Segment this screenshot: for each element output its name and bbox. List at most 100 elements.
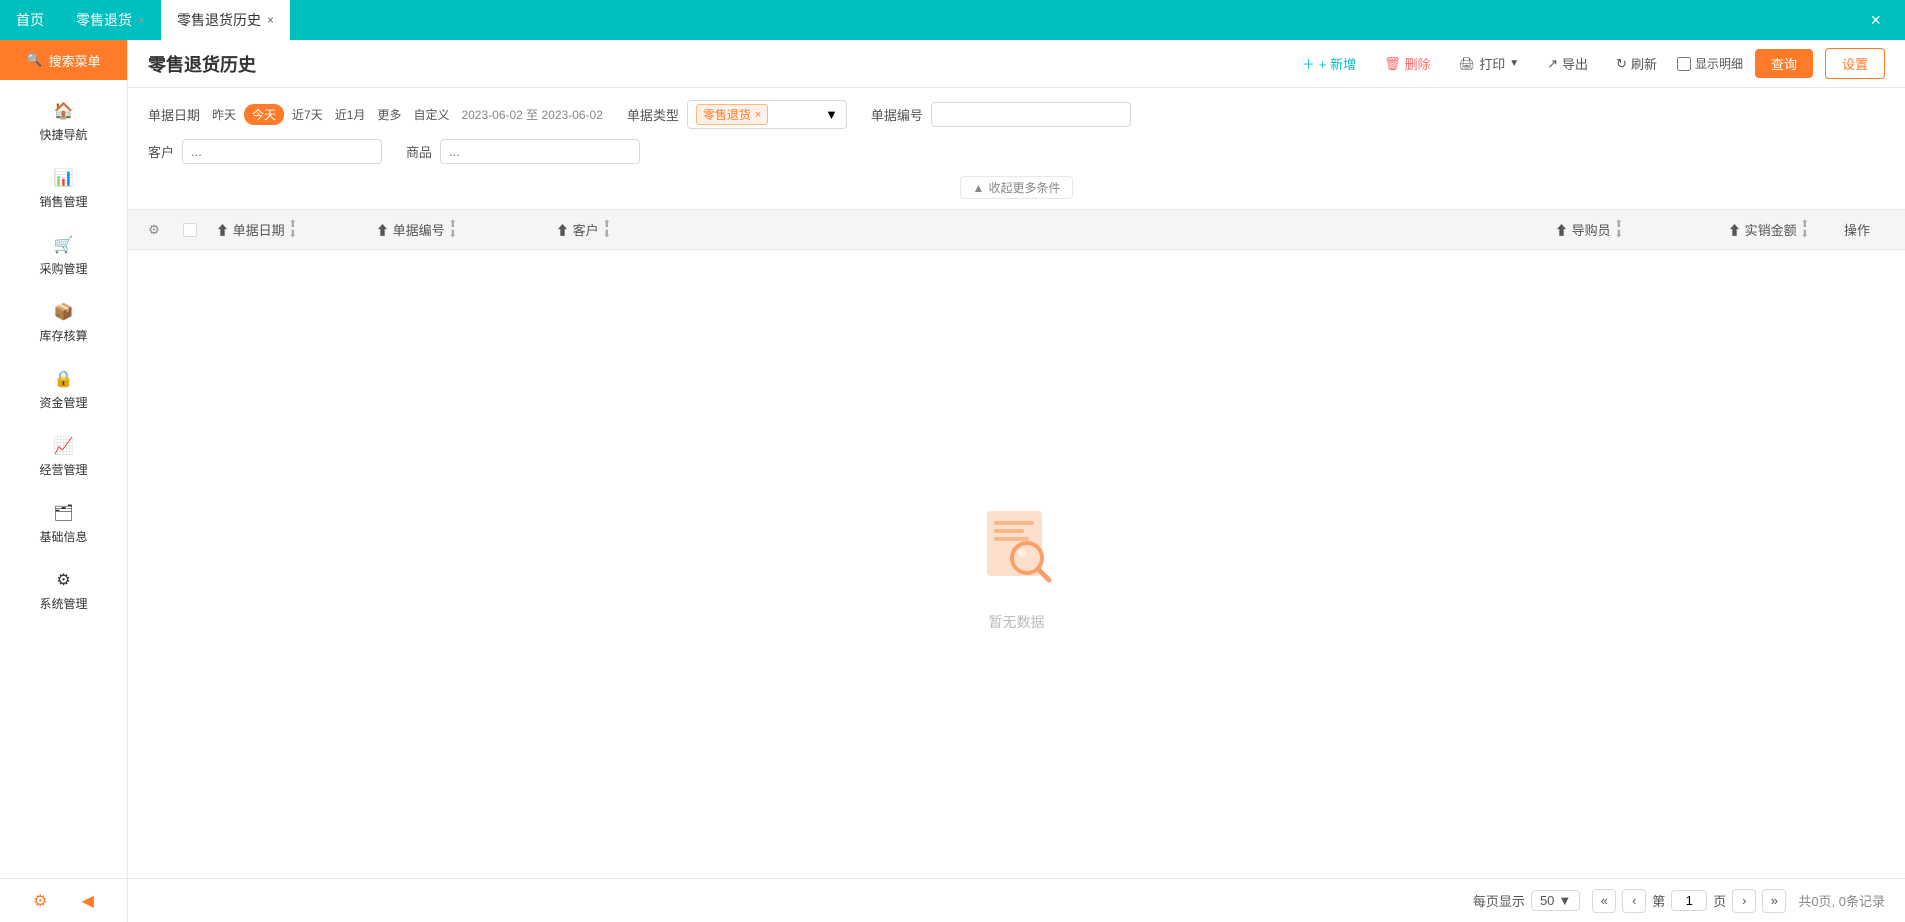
th-bill-no[interactable]: ⬆ 单据编号 ⬆⬇ bbox=[368, 220, 548, 240]
date-quick-btns: 昨天 今天 近7天 近1月 更多 自定义 bbox=[208, 104, 453, 125]
date-btn-1month[interactable]: 近1月 bbox=[331, 104, 370, 125]
pagination: 每页显示 50 ▼ « ‹ 第 页 › » 共0页, 0条记录 bbox=[128, 878, 1905, 922]
sidebar-item-basic-info-label: 基础信息 bbox=[39, 528, 87, 545]
biz-mgmt-icon: 📈 bbox=[53, 435, 75, 457]
print-label: 打印 bbox=[1479, 54, 1505, 73]
sys-mgmt-icon: ⚙ bbox=[53, 569, 75, 591]
close-retail-return-history-tab[interactable]: × bbox=[267, 13, 274, 27]
date-btn-yesterday[interactable]: 昨天 bbox=[208, 104, 240, 125]
search-icon: 🔍 bbox=[26, 52, 42, 68]
settings-footer-icon[interactable]: ⚙ bbox=[33, 891, 47, 911]
th-bill-no-sort-icon: ⬆⬇ bbox=[449, 220, 457, 240]
empty-text: 暂无数据 bbox=[989, 612, 1045, 632]
delete-label: 删除 bbox=[1405, 54, 1431, 73]
sidebar-item-stock-calc-label: 库存核算 bbox=[39, 327, 87, 344]
tab-retail-return[interactable]: 零售退货 × bbox=[60, 0, 161, 40]
date-btn-today[interactable]: 今天 bbox=[244, 104, 284, 125]
customer-label: 客户 bbox=[148, 142, 174, 161]
sales-mgmt-icon: 📊 bbox=[53, 167, 75, 189]
sidebar-item-fund-mgmt[interactable]: 🔒 资金管理 bbox=[0, 356, 127, 423]
basic-info-icon: 🗂 bbox=[53, 502, 75, 524]
bill-no-input[interactable] bbox=[931, 102, 1131, 127]
sidebar-item-basic-info[interactable]: 🗂 基础信息 bbox=[0, 490, 127, 557]
sidebar-item-sys-mgmt-label: 系统管理 bbox=[39, 595, 87, 612]
th-ops: 操作 bbox=[1817, 220, 1897, 239]
main-layout: 🔍 搜索菜单 🏠 快捷导航 📊 销售管理 🛒 采购管理 📦 库存核算 🔒 bbox=[0, 40, 1905, 922]
sidebar-item-purchase-mgmt[interactable]: 🛒 采购管理 bbox=[0, 222, 127, 289]
filter-group-goods: 商品 bbox=[406, 139, 640, 164]
th-ops-label: 操作 bbox=[1844, 220, 1870, 239]
bill-no-label: 单据编号 bbox=[871, 105, 923, 124]
query-button[interactable]: 查询 bbox=[1755, 49, 1813, 78]
print-button[interactable]: 🖨 打印 ▼ bbox=[1451, 50, 1527, 77]
date-btn-7days[interactable]: 近7天 bbox=[288, 104, 327, 125]
bill-type-select[interactable]: 零售退货 × ▼ bbox=[687, 100, 847, 129]
sidebar-item-stock-calc[interactable]: 📦 库存核算 bbox=[0, 289, 127, 356]
table-select-all[interactable] bbox=[172, 223, 208, 237]
table-area: ⚙ ⬆ 单据日期 ⬆⬇ ⬆ 单据编号 ⬆⬇ ⬆ 客户 ⬆⬇ ⬆ 导购员 bbox=[128, 210, 1905, 878]
tab-retail-return-history[interactable]: 零售退货历史 × bbox=[161, 0, 290, 40]
filter-group-bill-type: 单据类型 零售退货 × ▼ bbox=[627, 100, 847, 129]
page-header: 零售退货历史 ＋ + 新增 🗑 删除 🖨 打印 ▼ ↗ 导出 bbox=[128, 40, 1905, 88]
tab-retail-return-label: 零售退货 bbox=[76, 10, 132, 30]
show-detail-label[interactable]: 显示明细 bbox=[1677, 55, 1743, 72]
export-label: 导出 bbox=[1562, 54, 1588, 73]
filter-group-date: 单据日期 昨天 今天 近7天 近1月 更多 自定义 2023-06-02 至 2… bbox=[148, 104, 603, 125]
collapse-button[interactable]: ▲ 收起更多条件 bbox=[960, 176, 1074, 199]
stock-calc-icon: 📦 bbox=[53, 301, 75, 323]
set-button[interactable]: 设置 bbox=[1825, 48, 1885, 79]
table-settings-icon[interactable]: ⚙ bbox=[136, 222, 172, 238]
first-page-btn[interactable]: « bbox=[1592, 889, 1616, 913]
bill-type-tag: 零售退货 × bbox=[696, 104, 768, 125]
refresh-label: 刷新 bbox=[1631, 54, 1657, 73]
close-window-btn[interactable]: × bbox=[1862, 10, 1889, 31]
show-detail-checkbox[interactable] bbox=[1677, 57, 1691, 71]
date-btn-more[interactable]: 更多 bbox=[373, 104, 405, 125]
sidebar-search-label: 搜索菜单 bbox=[49, 51, 101, 70]
new-button[interactable]: ＋ + 新增 bbox=[1294, 50, 1364, 77]
empty-illustration bbox=[967, 496, 1067, 596]
sidebar-search[interactable]: 🔍 搜索菜单 bbox=[0, 40, 127, 80]
sidebar-item-biz-mgmt-label: 经营管理 bbox=[39, 461, 87, 478]
page-size-select[interactable]: 50 ▼ bbox=[1531, 890, 1580, 911]
export-button[interactable]: ↗ 导出 bbox=[1539, 50, 1596, 77]
last-page-btn[interactable]: » bbox=[1762, 889, 1786, 913]
sidebar-item-sales-mgmt[interactable]: 📊 销售管理 bbox=[0, 155, 127, 222]
sidebar-item-purchase-mgmt-label: 采购管理 bbox=[39, 260, 87, 277]
page-input[interactable] bbox=[1671, 890, 1707, 911]
th-guide[interactable]: ⬆ 导购员 ⬆⬇ bbox=[1547, 220, 1697, 240]
page-size-dropdown-icon: ▼ bbox=[1558, 893, 1571, 908]
th-date[interactable]: ⬆ 单据日期 ⬆⬇ bbox=[208, 220, 368, 240]
collapse-up-icon: ▲ bbox=[973, 181, 985, 195]
delete-button[interactable]: 🗑 删除 bbox=[1376, 50, 1439, 77]
page-nav: « ‹ 第 页 › » bbox=[1592, 889, 1786, 913]
sidebar-item-sales-mgmt-label: 销售管理 bbox=[39, 193, 87, 210]
prev-page-btn[interactable]: ‹ bbox=[1622, 889, 1646, 913]
next-page-btn[interactable]: › bbox=[1732, 889, 1756, 913]
export-icon: ↗ bbox=[1547, 56, 1558, 72]
page-size-group: 每页显示 50 ▼ bbox=[1473, 890, 1580, 911]
refresh-button[interactable]: ↻ 刷新 bbox=[1608, 50, 1665, 77]
tab-retail-return-history-label: 零售退货历史 bbox=[177, 10, 261, 30]
collapse-footer-icon[interactable]: ◀ bbox=[82, 891, 94, 911]
print-icon: 🖨 bbox=[1459, 56, 1476, 72]
sidebar-item-sys-mgmt[interactable]: ⚙ 系统管理 bbox=[0, 557, 127, 624]
show-detail-text: 显示明细 bbox=[1695, 55, 1743, 72]
date-btn-custom[interactable]: 自定义 bbox=[409, 104, 453, 125]
tab-home[interactable]: 首页 bbox=[0, 0, 60, 40]
th-amount[interactable]: ⬆ 实销金额 ⬆⬇ bbox=[1697, 220, 1817, 240]
customer-input[interactable] bbox=[182, 139, 382, 164]
filter-area: 单据日期 昨天 今天 近7天 近1月 更多 自定义 2023-06-02 至 2… bbox=[128, 88, 1905, 210]
bill-type-tag-close[interactable]: × bbox=[755, 109, 761, 121]
date-range-display: 2023-06-02 至 2023-06-02 bbox=[461, 106, 602, 123]
date-filter-label: 单据日期 bbox=[148, 105, 200, 124]
select-all-checkbox[interactable] bbox=[183, 223, 197, 237]
sidebar-item-biz-mgmt[interactable]: 📈 经营管理 bbox=[0, 423, 127, 490]
new-label: + 新增 bbox=[1319, 54, 1356, 73]
th-customer[interactable]: ⬆ 客户 ⬆⬇ bbox=[548, 220, 1547, 240]
sidebar-item-quick-nav[interactable]: 🏠 快捷导航 bbox=[0, 88, 127, 155]
goods-input[interactable] bbox=[440, 139, 640, 164]
th-guide-label: ⬆ 导购员 bbox=[1555, 220, 1611, 239]
close-retail-return-tab[interactable]: × bbox=[138, 13, 145, 27]
collapse-label: 收起更多条件 bbox=[988, 179, 1060, 196]
